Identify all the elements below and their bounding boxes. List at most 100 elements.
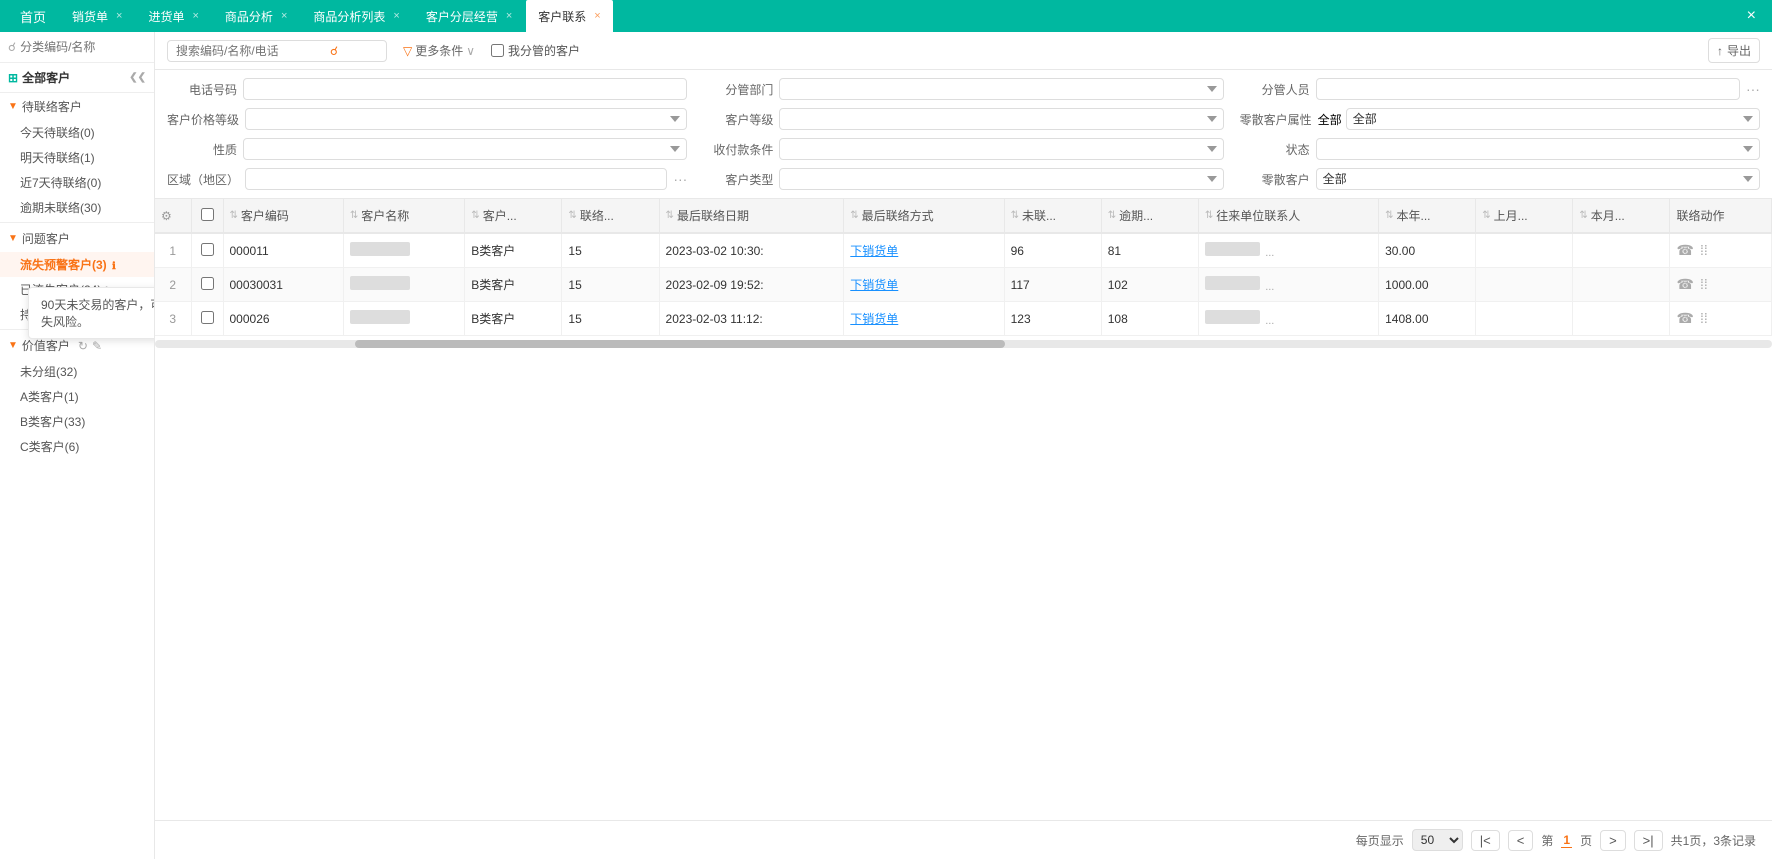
more-conditions-btn[interactable]: ▽ 更多条件 ∨ [395,39,483,62]
sort-icon-contact[interactable]: ⇅ [568,210,576,221]
row-checkbox[interactable] [201,277,214,290]
top-nav: 首页 销货单 × 进货单 × 商品分析 × 商品分析列表 × 客户分层经营 × … [0,0,1772,32]
per-page-select[interactable]: 50 100 [1412,829,1463,851]
nav-tab-crm[interactable]: 客户分层经营 × [414,0,524,32]
last-page-btn[interactable]: >| [1634,830,1663,851]
sort-icon-code[interactable]: ⇅ [230,210,238,221]
sort-icon-lmonth[interactable]: ⇅ [1482,210,1490,221]
sidebar-item-ungroup[interactable]: 未分组(32) [0,359,154,384]
nav-tab-contact-close[interactable]: × [594,10,600,22]
more-icon[interactable]: ⁞⁞ [1700,276,1708,293]
nav-tab-analysis-list-close[interactable]: × [393,10,399,22]
filter-type-select[interactable] [779,168,1223,190]
filter-payment-row: 收付款条件 [703,138,1223,160]
nav-tab-contact[interactable]: 客户联系 × [526,0,612,32]
sidebar-group-problem[interactable]: ▼ 问题客户 [0,225,154,252]
row-last-method-cell: 下销货单 [844,268,1004,302]
row-checkbox[interactable] [201,243,214,256]
row-liaison-cell: ... [1198,268,1378,302]
filter-area-input[interactable] [245,168,667,190]
customers-table: ⚙ ⇅ 客户编码 [155,199,1772,336]
nav-tab-analysis[interactable]: 商品分析 × [213,0,299,32]
row-last-method-link[interactable]: 下销货单 [850,312,898,326]
sort-icon-date[interactable]: ⇅ [666,210,674,221]
more-icon[interactable]: ⁞⁞ [1700,242,1708,259]
sort-icon-liaison[interactable]: ⇅ [1205,210,1213,221]
manager-dots-btn[interactable]: ··· [1746,81,1760,97]
row-last-method-link[interactable]: 下销货单 [850,244,898,258]
first-page-btn[interactable]: |< [1471,830,1500,851]
chevron-down-icon: ∨ [466,44,475,58]
filter-level-label: 客户等级 [703,111,773,128]
more-icon[interactable]: ⁞⁞ [1700,310,1708,327]
sort-icon-type[interactable]: ⇅ [471,210,479,221]
next-page-btn[interactable]: > [1600,830,1626,851]
filter-zero-attr-dropdown[interactable]: 全部 [1346,108,1760,130]
prev-page-btn[interactable]: < [1508,830,1534,851]
nav-tab-sales-close[interactable]: × [116,10,122,22]
sidebar-item-b-class[interactable]: B类客户(33) [0,409,154,434]
contact-icon[interactable]: ☎ [1676,310,1693,327]
filter-phone-input[interactable] [243,78,687,100]
scroll-thumb[interactable] [355,340,1005,348]
nav-tab-crm-label: 客户分层经营 [426,8,498,25]
sidebar-item-overdue[interactable]: 逾期未联络(30) [0,195,154,220]
filter-status-select[interactable] [1316,138,1760,160]
nav-tab-analysis-list[interactable]: 商品分析列表 × [301,0,411,32]
nav-tab-purchase[interactable]: 进货单 × [136,0,210,32]
row-liaison-cell: ... [1198,233,1378,268]
refresh-icon[interactable]: ↻ [78,339,88,353]
filter-gender-select[interactable] [243,138,687,160]
sort-icon-tmonth[interactable]: ⇅ [1579,210,1587,221]
row-last-method-link[interactable]: 下销货单 [850,278,898,292]
window-close-button[interactable]: × [1739,7,1764,25]
nav-tab-analysis-close[interactable]: × [281,10,287,22]
th-name: ⇅ 客户名称 [343,199,464,233]
sidebar-item-a-class[interactable]: A类客户(1) [0,384,154,409]
contact-icon[interactable]: ☎ [1676,276,1693,293]
sort-icon-year[interactable]: ⇅ [1385,210,1393,221]
sidebar-group-waiting[interactable]: ▼ 待联络客户 [0,93,154,120]
search-button-icon[interactable]: ☌ [330,44,338,58]
nav-tab-sales[interactable]: 销货单 × [60,0,134,32]
my-customers-check[interactable] [491,44,504,57]
page-unit: 页 [1580,832,1592,849]
contact-icon[interactable]: ☎ [1676,242,1693,259]
sort-icon-unlisted[interactable]: ⇅ [1011,210,1019,221]
edit-icon[interactable]: ✎ [92,339,102,353]
filter-zero-customer-dropdown[interactable]: 全部 [1316,168,1760,190]
sidebar: ☌ ⊞ 全部客户 ❮❮ ▼ 待联络客户 今天待联络(0) 明天待联络(1) 近7… [0,32,155,859]
all-customers-header[interactable]: ⊞ 全部客户 ❮❮ [0,63,154,93]
export-btn[interactable]: ↑ 导出 [1708,38,1760,63]
filter-price-select[interactable] [245,108,687,130]
th-checkbox [191,199,223,233]
row-last-date-cell: 2023-02-09 19:52: [659,268,844,302]
sidebar-item-tomorrow[interactable]: 明天待联络(1) [0,145,154,170]
nav-tab-analysis-label: 商品分析 [225,8,273,25]
row-checkbox[interactable] [201,311,214,324]
area-dots-btn[interactable]: ··· [673,171,687,187]
sidebar-search-input[interactable] [20,40,155,54]
th-last-date: ⇅ 最后联络日期 [659,199,844,233]
nav-home[interactable]: 首页 [8,7,58,26]
filter-manager-input[interactable] [1316,78,1740,100]
my-customers-checkbox[interactable]: 我分管的客户 [491,42,580,59]
settings-icon[interactable]: ⚙ [161,209,172,223]
sidebar-group-problem-label: 问题客户 [22,230,70,247]
sidebar-item-c-class[interactable]: C类客户(6) [0,434,154,459]
search-input[interactable] [176,44,326,58]
select-all-checkbox[interactable] [201,208,214,221]
nav-tab-purchase-close[interactable]: × [192,10,198,22]
main-layout: ☌ ⊞ 全部客户 ❮❮ ▼ 待联络客户 今天待联络(0) 明天待联络(1) 近7… [0,32,1772,859]
sort-icon-name[interactable]: ⇅ [350,210,358,221]
nav-tab-crm-close[interactable]: × [506,10,512,22]
filter-level-select[interactable] [779,108,1223,130]
filter-dept-select[interactable] [779,78,1223,100]
horizontal-scrollbar[interactable] [155,340,1772,348]
sidebar-item-attrition-warning[interactable]: 流失预警客户(3) ℹ [0,252,154,277]
sidebar-item-7days[interactable]: 近7天待联络(0) [0,170,154,195]
filter-payment-select[interactable] [779,138,1223,160]
sort-icon-overdue[interactable]: ⇅ [1108,210,1116,221]
sort-icon-method[interactable]: ⇅ [850,210,858,221]
sidebar-item-today[interactable]: 今天待联络(0) [0,120,154,145]
